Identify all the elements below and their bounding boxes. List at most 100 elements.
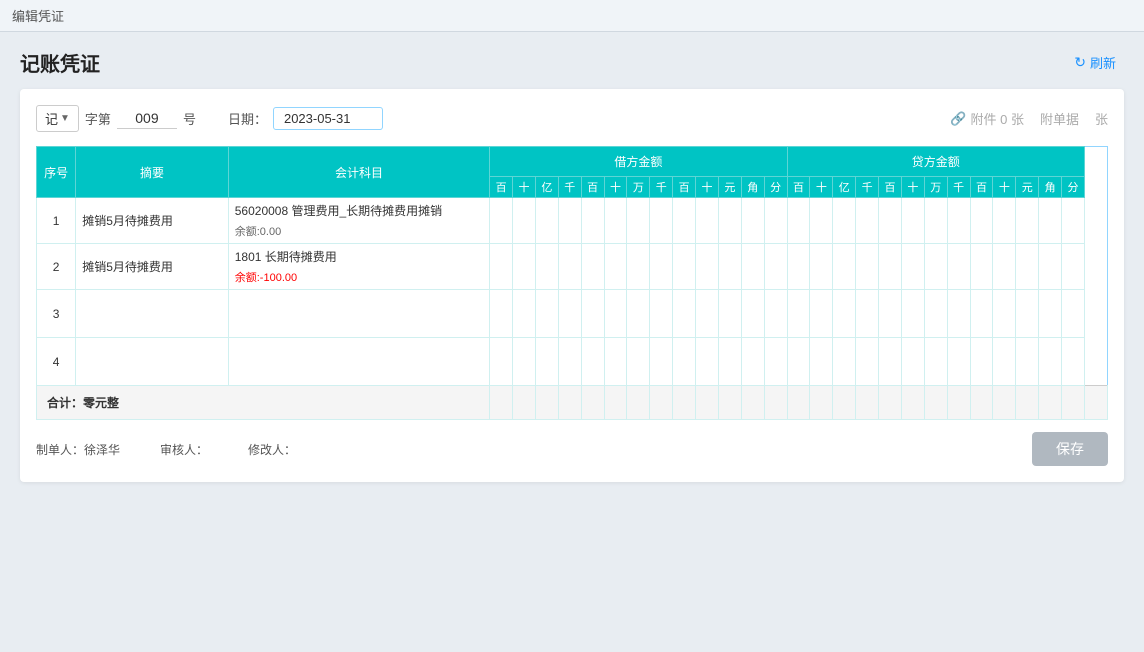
row2-d9[interactable]	[673, 244, 696, 290]
th-d8: 千	[650, 177, 673, 198]
chevron-down-icon: ▼	[60, 113, 70, 124]
row2-account-text: 1801 长期待摊费用	[235, 248, 483, 265]
auditor-label: 审核人：	[160, 443, 208, 457]
row1-account-text: 56020008 管理费用_长期待摊费用摊销	[235, 202, 483, 219]
refresh-label: 刷新	[1090, 53, 1116, 72]
row1-c4[interactable]	[856, 198, 879, 244]
row1-c5[interactable]	[879, 198, 902, 244]
row1-account[interactable]: 56020008 管理费用_长期待摊费用摊销 余额:0.00	[228, 198, 489, 244]
row2-d7[interactable]	[627, 244, 650, 290]
row2-c7[interactable]	[924, 244, 947, 290]
row2-c4[interactable]	[856, 244, 879, 290]
summary-label: 合计：零元整	[37, 386, 490, 420]
row1-c3[interactable]	[833, 198, 856, 244]
row4-summary[interactable]	[76, 338, 229, 386]
summary-row: 合计：零元整	[37, 386, 1108, 420]
row1-d9[interactable]	[673, 198, 696, 244]
row1-c12[interactable]	[1039, 198, 1062, 244]
row1-c11[interactable]	[1016, 198, 1039, 244]
row1-d7[interactable]	[627, 198, 650, 244]
row2-c6[interactable]	[901, 244, 924, 290]
table-row: 4	[37, 338, 1108, 386]
table-row: 1 摊销5月待摊费用 56020008 管理费用_长期待摊费用摊销 余额:0.0…	[37, 198, 1108, 244]
row2-d1[interactable]	[490, 244, 513, 290]
th-summary: 摘要	[76, 147, 229, 198]
refresh-button[interactable]: ↻ 刷新	[1066, 49, 1124, 76]
row2-d11[interactable]	[718, 244, 741, 290]
row2-c12[interactable]	[1039, 244, 1062, 290]
creator-field: 制单人：徐泽华	[36, 441, 120, 458]
row1-c10[interactable]	[993, 198, 1016, 244]
th-d6: 十	[604, 177, 627, 198]
row1-c1[interactable]	[787, 198, 810, 244]
row2-d5[interactable]	[581, 244, 604, 290]
table-row: 2 摊销5月待摊费用 1801 长期待摊费用 余额:-100.00	[37, 244, 1108, 290]
th-d9: 百	[673, 177, 696, 198]
date-input[interactable]	[273, 107, 383, 130]
th-seq: 序号	[37, 147, 76, 198]
row2-balance: 余额:-100.00	[235, 269, 483, 285]
row3-account[interactable]	[228, 290, 489, 338]
row1-d13[interactable]	[764, 198, 787, 244]
row2-c9[interactable]	[970, 244, 993, 290]
row2-d13[interactable]	[764, 244, 787, 290]
row2-d10[interactable]	[696, 244, 719, 290]
row2-d2[interactable]	[513, 244, 536, 290]
row2-c5[interactable]	[879, 244, 902, 290]
th-d4: 千	[558, 177, 581, 198]
row1-c2[interactable]	[810, 198, 833, 244]
row2-c8[interactable]	[947, 244, 970, 290]
row1-d2[interactable]	[513, 198, 536, 244]
creator-value: 徐泽华	[84, 443, 120, 457]
row1-d1[interactable]	[490, 198, 513, 244]
th-d12: 角	[741, 177, 764, 198]
row2-c13[interactable]	[1062, 244, 1085, 290]
row1-balance: 余额:0.00	[235, 223, 483, 239]
th-d3: 亿	[535, 177, 558, 198]
row1-d6[interactable]	[604, 198, 627, 244]
row2-c11[interactable]	[1016, 244, 1039, 290]
row1-d12[interactable]	[741, 198, 764, 244]
row2-d8[interactable]	[650, 244, 673, 290]
page-title: 记账凭证	[20, 48, 100, 77]
th-c11: 元	[1016, 177, 1039, 198]
th-c7: 万	[924, 177, 947, 198]
row2-c2[interactable]	[810, 244, 833, 290]
row2-c1[interactable]	[787, 244, 810, 290]
row1-d11[interactable]	[718, 198, 741, 244]
row2-c3[interactable]	[833, 244, 856, 290]
voucher-number-input[interactable]	[117, 108, 177, 129]
row2-c10[interactable]	[993, 244, 1016, 290]
row4-account[interactable]	[228, 338, 489, 386]
row1-d4[interactable]	[558, 198, 581, 244]
row2-d3[interactable]	[535, 244, 558, 290]
voucher-type-select[interactable]: 记 ▼	[36, 105, 79, 132]
th-account: 会计科目	[228, 147, 489, 198]
row1-c13[interactable]	[1062, 198, 1085, 244]
row2-d12[interactable]	[741, 244, 764, 290]
row2-summary[interactable]: 摊销5月待摊费用	[76, 244, 229, 290]
row2-d4[interactable]	[558, 244, 581, 290]
row1-d10[interactable]	[696, 198, 719, 244]
row1-seq: 1	[37, 198, 76, 244]
row2-d6[interactable]	[604, 244, 627, 290]
row3-summary[interactable]	[76, 290, 229, 338]
row1-c9[interactable]	[970, 198, 993, 244]
row1-c7[interactable]	[924, 198, 947, 244]
table-row: 3	[37, 290, 1108, 338]
th-d11: 元	[718, 177, 741, 198]
row1-d8[interactable]	[650, 198, 673, 244]
attach-link[interactable]: 🔗 附件 0 张	[950, 109, 1024, 128]
voucher-table-wrapper: 序号 摘要 会计科目 借方金额 贷方金额 百 十 亿 千 百 十 万	[36, 146, 1108, 420]
row1-d5[interactable]	[581, 198, 604, 244]
th-c8: 千	[947, 177, 970, 198]
th-c13: 分	[1062, 177, 1085, 198]
row2-account[interactable]: 1801 长期待摊费用 余额:-100.00	[228, 244, 489, 290]
row1-d3[interactable]	[535, 198, 558, 244]
voucher-type-value: 记	[45, 109, 58, 128]
save-button[interactable]: 保存	[1032, 432, 1108, 466]
row1-c8[interactable]	[947, 198, 970, 244]
row1-summary[interactable]: 摊销5月待摊费用	[76, 198, 229, 244]
attach-single-label[interactable]: 附单据	[1040, 109, 1079, 128]
row1-c6[interactable]	[901, 198, 924, 244]
